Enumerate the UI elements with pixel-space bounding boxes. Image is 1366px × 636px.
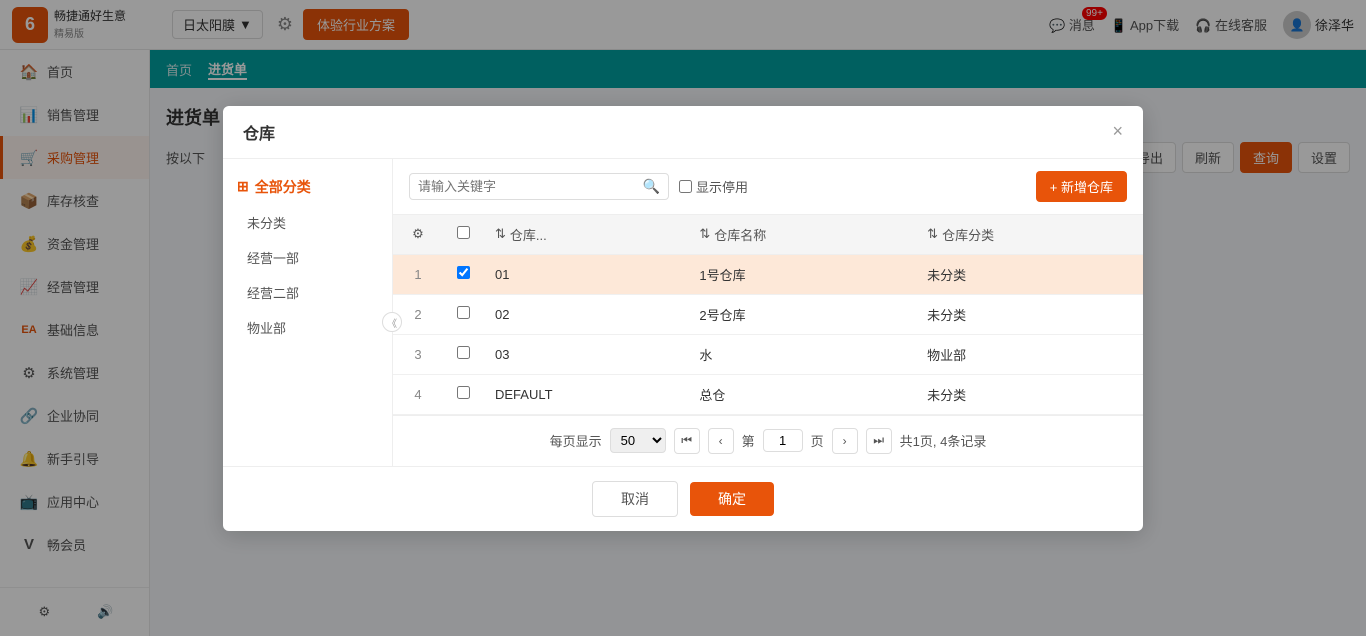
row-checkbox[interactable] [457, 346, 470, 359]
row-index: 2 [393, 294, 443, 334]
page-last-button[interactable]: ⏭ [866, 428, 892, 454]
page-input[interactable] [763, 429, 803, 452]
row-checkbox-cell[interactable] [443, 254, 483, 294]
gear-icon[interactable]: ⚙ [412, 226, 424, 241]
modal-header: 仓库 × [223, 106, 1143, 159]
sort-icon: ⇅ [495, 226, 506, 242]
modal-footer: 取消 确定 [223, 466, 1143, 531]
row-code: DEFAULT [483, 374, 687, 414]
table-row[interactable]: 3 03 水 物业部 [393, 334, 1143, 374]
row-name: 水 [687, 334, 915, 374]
row-category: 未分类 [915, 254, 1143, 294]
show-disabled-checkbox[interactable] [679, 180, 692, 193]
page-suffix-label: 页 [811, 431, 824, 450]
sort-icon: ⇅ [927, 226, 938, 242]
row-index: 3 [393, 334, 443, 374]
row-name: 总仓 [687, 374, 915, 414]
modal-toolbar: 🔍 显示停用 + 新增仓库 [393, 159, 1143, 215]
row-checkbox-cell[interactable] [443, 374, 483, 414]
table-row[interactable]: 2 02 2号仓库 未分类 [393, 294, 1143, 334]
per-page-label: 每页显示 [550, 431, 602, 450]
col-code-label: 仓库... [510, 225, 547, 244]
modal-sidebar-header-label: 全部分类 [255, 177, 311, 197]
grid-icon: ⊞ [237, 178, 249, 195]
row-checkbox[interactable] [457, 306, 470, 319]
table-header-name[interactable]: ⇅ 仓库名称 [687, 215, 915, 255]
modal-overlay: 仓库 × ⊞ 全部分类 未分类 经营一部 经营二部 物业部 《 [0, 0, 1366, 636]
table-header-category[interactable]: ⇅ 仓库分类 [915, 215, 1143, 255]
row-name: 1号仓库 [687, 254, 915, 294]
row-category: 未分类 [915, 374, 1143, 414]
add-warehouse-button[interactable]: + 新增仓库 [1036, 171, 1127, 202]
col-category-label: 仓库分类 [942, 225, 994, 244]
select-all-checkbox[interactable] [457, 226, 470, 239]
modal-body: ⊞ 全部分类 未分类 经营一部 经营二部 物业部 《 🔍 [223, 159, 1143, 466]
table-row[interactable]: 4 DEFAULT 总仓 未分类 [393, 374, 1143, 414]
row-code: 01 [483, 254, 687, 294]
table-header-gear: ⚙ [393, 215, 443, 255]
row-checkbox-cell[interactable] [443, 294, 483, 334]
table-row[interactable]: 1 01 1号仓库 未分类 [393, 254, 1143, 294]
col-name-label: 仓库名称 [714, 225, 766, 244]
search-wrap: 🔍 [409, 173, 669, 200]
modal-main: 🔍 显示停用 + 新增仓库 ⚙ [393, 159, 1143, 466]
warehouse-modal: 仓库 × ⊞ 全部分类 未分类 经营一部 经营二部 物业部 《 [223, 106, 1143, 531]
sort-icon: ⇅ [699, 226, 710, 242]
modal-close-button[interactable]: × [1112, 121, 1123, 142]
page-prev-button[interactable]: ‹ [708, 428, 734, 454]
sidebar-collapse-button[interactable]: 《 [382, 312, 402, 332]
modal-category-unclassified[interactable]: 未分类 [223, 205, 392, 240]
row-index: 1 [393, 254, 443, 294]
row-checkbox[interactable] [457, 266, 470, 279]
search-icon: 🔍 [643, 178, 660, 195]
row-index: 4 [393, 374, 443, 414]
row-code: 02 [483, 294, 687, 334]
modal-sidebar-header[interactable]: ⊞ 全部分类 [223, 169, 392, 205]
row-name: 2号仓库 [687, 294, 915, 334]
ok-button[interactable]: 确定 [690, 482, 774, 516]
search-input[interactable] [418, 179, 639, 194]
modal-category-property[interactable]: 物业部 [223, 310, 392, 345]
pagination: 每页显示 50 20 100 ⏮ ‹ 第 页 › ⏭ 共1页, 4条记录 [393, 415, 1143, 466]
show-disabled-toggle[interactable]: 显示停用 [679, 177, 748, 196]
page-next-button[interactable]: › [832, 428, 858, 454]
row-category: 物业部 [915, 334, 1143, 374]
table-header-checkbox [443, 215, 483, 255]
page-first-button[interactable]: ⏮ [674, 428, 700, 454]
warehouse-table: ⚙ ⇅ 仓库... [393, 215, 1143, 415]
table-header-code[interactable]: ⇅ 仓库... [483, 215, 687, 255]
row-checkbox[interactable] [457, 386, 470, 399]
modal-category-sidebar: ⊞ 全部分类 未分类 经营一部 经营二部 物业部 《 [223, 159, 393, 466]
page-prefix-label: 第 [742, 431, 755, 450]
row-code: 03 [483, 334, 687, 374]
modal-category-ops1[interactable]: 经营一部 [223, 240, 392, 275]
show-disabled-label: 显示停用 [696, 177, 748, 196]
per-page-select[interactable]: 50 20 100 [610, 428, 666, 453]
modal-title: 仓库 [243, 120, 275, 144]
total-label: 共1页, 4条记录 [900, 431, 987, 450]
row-checkbox-cell[interactable] [443, 334, 483, 374]
cancel-button[interactable]: 取消 [592, 481, 678, 517]
row-category: 未分类 [915, 294, 1143, 334]
modal-category-ops2[interactable]: 经营二部 [223, 275, 392, 310]
